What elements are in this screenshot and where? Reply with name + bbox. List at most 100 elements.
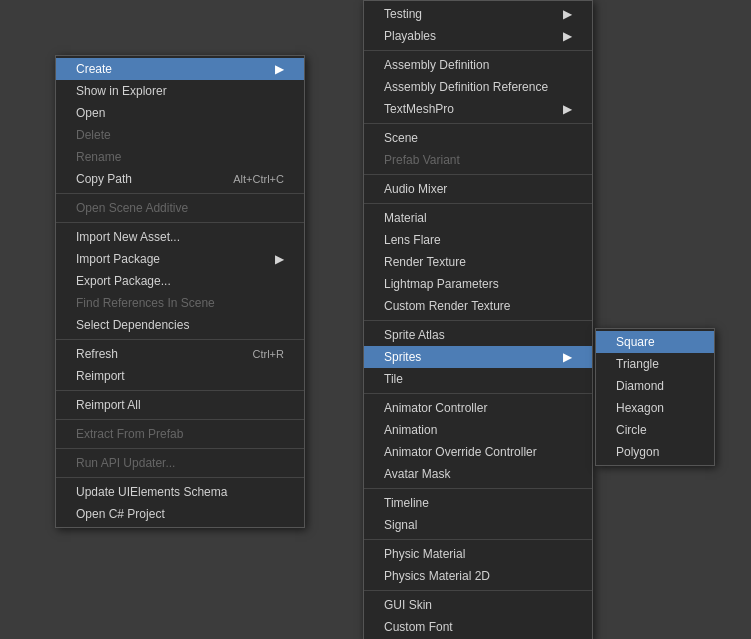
- submenu-item-prefab-variant: Prefab Variant: [364, 149, 592, 171]
- submenu-item-scene[interactable]: Scene: [364, 127, 592, 149]
- submenu-item-animator-override[interactable]: Animator Override Controller: [364, 441, 592, 463]
- submenu-item-timeline[interactable]: Timeline: [364, 492, 592, 514]
- submenu-item-material[interactable]: Material: [364, 207, 592, 229]
- menu-separator: [56, 193, 304, 194]
- sprites-item-label: Polygon: [616, 445, 659, 459]
- submenu-item-lens-flare[interactable]: Lens Flare: [364, 229, 592, 251]
- menu-item-shortcut: Alt+Ctrl+C: [233, 173, 284, 185]
- menu-item-reimport[interactable]: Reimport: [56, 365, 304, 387]
- submenu-item-label: Playables: [384, 29, 436, 43]
- submenu-item-label: Animator Controller: [384, 401, 487, 415]
- submenu-item-physic-material[interactable]: Physic Material: [364, 543, 592, 565]
- submenu-item-label: Prefab Variant: [384, 153, 460, 167]
- menu-item-reimport-all[interactable]: Reimport All: [56, 394, 304, 416]
- submenu-item-playables[interactable]: Playables ▶: [364, 25, 592, 47]
- sprites-item-diamond[interactable]: Diamond: [596, 375, 714, 397]
- submenu-item-custom-render-texture[interactable]: Custom Render Texture: [364, 295, 592, 317]
- menu-item-rename: Rename: [56, 146, 304, 168]
- sprites-item-square[interactable]: Square: [596, 331, 714, 353]
- sprites-item-polygon[interactable]: Polygon: [596, 441, 714, 463]
- sprites-item-label: Hexagon: [616, 401, 664, 415]
- submenu-item-label: Animation: [384, 423, 437, 437]
- menu-item-label: Open Scene Additive: [76, 201, 188, 215]
- menu-item-label: Open: [76, 106, 105, 120]
- submenu-item-audio-mixer[interactable]: Audio Mixer: [364, 178, 592, 200]
- menu-item-label: Import Package: [76, 252, 160, 266]
- menu-item-label: Update UIElements Schema: [76, 485, 227, 499]
- submenu-item-gui-skin[interactable]: GUI Skin: [364, 594, 592, 616]
- menu-item-export-package[interactable]: Export Package...: [56, 270, 304, 292]
- submenu-item-label: Sprites: [384, 350, 421, 364]
- submenu-arrow-icon: ▶: [275, 62, 284, 76]
- sprites-item-label: Square: [616, 335, 655, 349]
- submenu-item-animator-controller[interactable]: Animator Controller: [364, 397, 592, 419]
- menu-separator: [364, 590, 592, 591]
- sprites-item-circle[interactable]: Circle: [596, 419, 714, 441]
- submenu-arrow-icon: ▶: [563, 7, 572, 21]
- menu-item-import-new-asset[interactable]: Import New Asset...: [56, 226, 304, 248]
- submenu-item-label: Physic Material: [384, 547, 465, 561]
- submenu-item-label: Lens Flare: [384, 233, 441, 247]
- submenu-item-tile[interactable]: Tile: [364, 368, 592, 390]
- menu-item-copy-path[interactable]: Copy Path Alt+Ctrl+C: [56, 168, 304, 190]
- submenu-item-label: Physics Material 2D: [384, 569, 490, 583]
- menu-separator: [364, 123, 592, 124]
- submenu-item-label: Assembly Definition: [384, 58, 489, 72]
- submenu-item-label: Custom Render Texture: [384, 299, 511, 313]
- menu-item-show-in-explorer[interactable]: Show in Explorer: [56, 80, 304, 102]
- menu-item-import-package[interactable]: Import Package▶: [56, 248, 304, 270]
- submenu-item-label: Material: [384, 211, 427, 225]
- sprites-item-hexagon[interactable]: Hexagon: [596, 397, 714, 419]
- menu-separator: [56, 477, 304, 478]
- submenu-item-assembly-definition[interactable]: Assembly Definition: [364, 54, 592, 76]
- submenu-item-signal[interactable]: Signal: [364, 514, 592, 536]
- submenu-item-label: Lightmap Parameters: [384, 277, 499, 291]
- submenu-item-label: Signal: [384, 518, 417, 532]
- menu-item-label: Rename: [76, 150, 121, 164]
- menu-item-label: Open C# Project: [76, 507, 165, 521]
- menu-item-open-csharp[interactable]: Open C# Project: [56, 503, 304, 525]
- submenu-item-label: Scene: [384, 131, 418, 145]
- submenu-item-sprites[interactable]: Sprites▶: [364, 346, 592, 368]
- submenu-item-custom-font[interactable]: Custom Font: [364, 616, 592, 638]
- sprites-item-triangle[interactable]: Triangle: [596, 353, 714, 375]
- menu-item-open[interactable]: Open: [56, 102, 304, 124]
- submenu-item-textmeshpro[interactable]: TextMeshPro ▶: [364, 98, 592, 120]
- submenu-item-label: Avatar Mask: [384, 467, 450, 481]
- menu-separator: [364, 203, 592, 204]
- submenu-item-animation[interactable]: Animation: [364, 419, 592, 441]
- submenu-item-lightmap-parameters[interactable]: Lightmap Parameters: [364, 273, 592, 295]
- submenu-arrow-icon: ▶: [563, 29, 572, 43]
- menu-item-create[interactable]: Create ▶: [56, 58, 304, 80]
- menu-item-refresh[interactable]: Refresh Ctrl+R: [56, 343, 304, 365]
- submenu-item-assembly-definition-ref[interactable]: Assembly Definition Reference: [364, 76, 592, 98]
- submenu-item-physics-material-2d[interactable]: Physics Material 2D: [364, 565, 592, 587]
- main-context-menu: Create▶Show in ExplorerOpenDeleteRenameC…: [55, 55, 305, 528]
- menu-item-label: Create: [76, 62, 112, 76]
- menu-item-label: Reimport All: [76, 398, 141, 412]
- sprites-item-label: Diamond: [616, 379, 664, 393]
- submenu-item-label: Assembly Definition Reference: [384, 80, 548, 94]
- submenu-item-sprite-atlas[interactable]: Sprite Atlas: [364, 324, 592, 346]
- menu-separator: [364, 50, 592, 51]
- menu-separator: [56, 448, 304, 449]
- sprites-item-label: Triangle: [616, 357, 659, 371]
- submenu-item-label: TextMeshPro: [384, 102, 454, 116]
- submenu-item-label: Timeline: [384, 496, 429, 510]
- menu-separator: [56, 390, 304, 391]
- menu-item-shortcut: Ctrl+R: [253, 348, 284, 360]
- menu-separator: [56, 222, 304, 223]
- menu-item-update-ui-elements[interactable]: Update UIElements Schema: [56, 481, 304, 503]
- submenu-item-avatar-mask[interactable]: Avatar Mask: [364, 463, 592, 485]
- submenu-item-testing[interactable]: Testing▶: [364, 3, 592, 25]
- menu-separator: [364, 539, 592, 540]
- menu-item-select-dependencies[interactable]: Select Dependencies: [56, 314, 304, 336]
- menu-item-label: Copy Path: [76, 172, 132, 186]
- submenu-item-render-texture[interactable]: Render Texture: [364, 251, 592, 273]
- menu-item-open-scene-additive: Open Scene Additive: [56, 197, 304, 219]
- menu-separator: [364, 320, 592, 321]
- submenu-arrow-icon: ▶: [563, 102, 572, 116]
- menu-item-label: Refresh: [76, 347, 118, 361]
- submenu-item-label: Audio Mixer: [384, 182, 447, 196]
- create-submenu: Testing▶ Playables ▶ Assembly Definition Ass…: [363, 0, 593, 639]
